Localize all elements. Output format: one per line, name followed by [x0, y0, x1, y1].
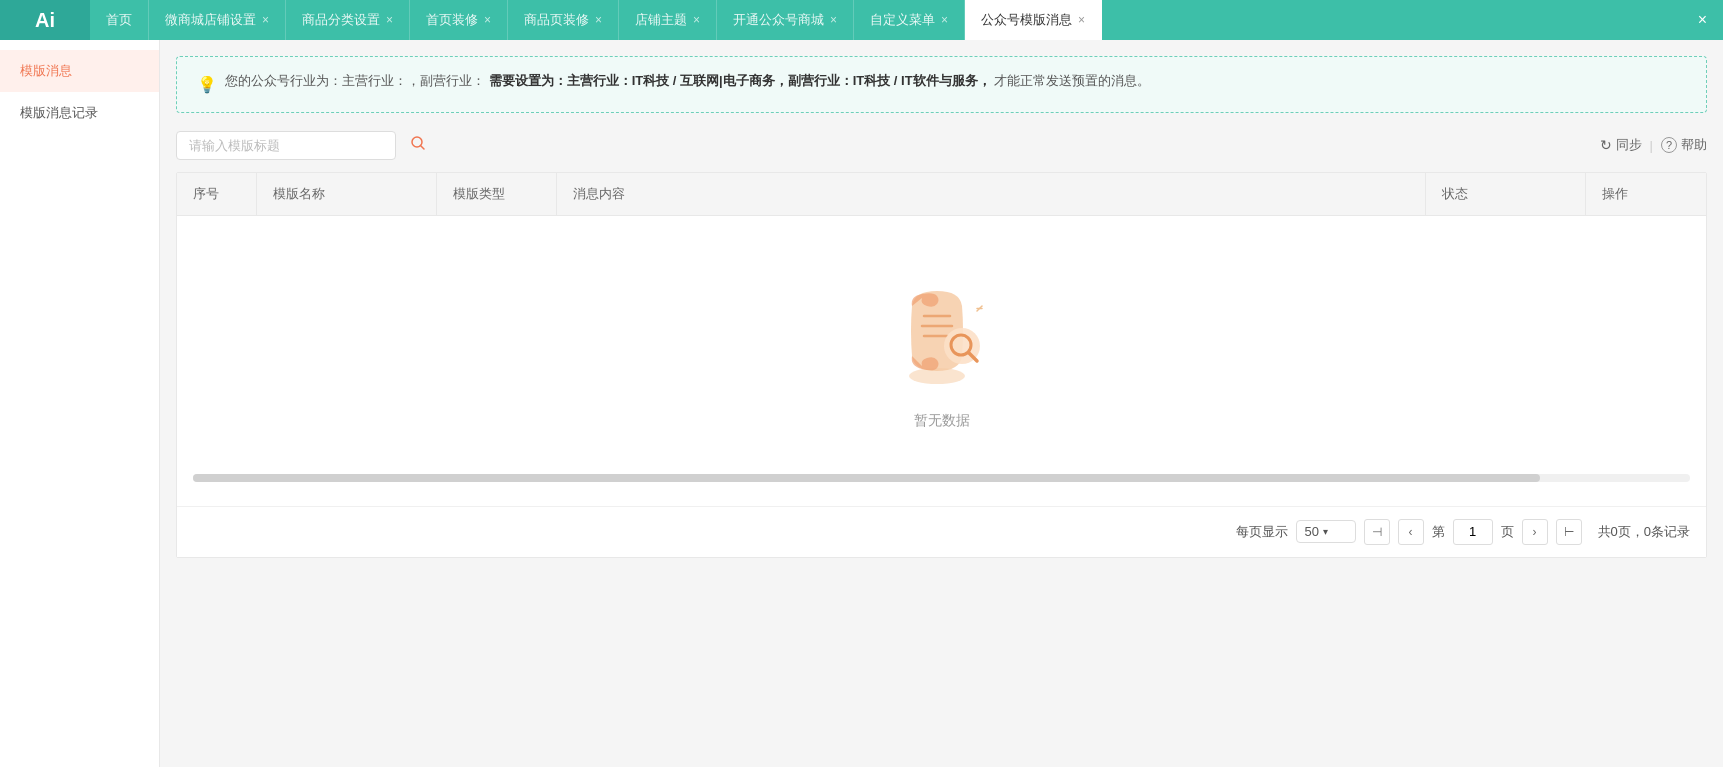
svg-line-1: [421, 146, 425, 150]
sidebar-item-template-message[interactable]: 模版消息: [0, 50, 159, 92]
close-tab-store-settings[interactable]: ×: [262, 13, 269, 27]
tab-open-wechat-store[interactable]: 开通公众号商城 ×: [717, 0, 854, 40]
search-button[interactable]: [404, 131, 432, 159]
prev-page-button[interactable]: ‹: [1398, 519, 1424, 545]
main-content: 💡 您的公众号行业为：主营行业：，副营行业： 需要设置为：主营行业：IT科技 /…: [160, 40, 1723, 767]
th-message-content: 消息内容: [557, 173, 1426, 215]
data-table: 序号 模版名称 模版类型 消息内容 状态 操作: [176, 172, 1707, 558]
th-operation: 操作: [1586, 173, 1706, 215]
tab-home[interactable]: 首页: [90, 0, 149, 40]
close-tab-custom-menu[interactable]: ×: [941, 13, 948, 27]
pagination: 每页显示 50 ▾ ⊣ ‹ 第 页 › ⊢ 共0页，0条记录: [177, 506, 1706, 557]
th-template-type: 模版类型: [437, 173, 557, 215]
close-tab-template-message[interactable]: ×: [1078, 13, 1085, 27]
sync-icon: ↻: [1600, 137, 1612, 153]
close-tab-home-decoration[interactable]: ×: [484, 13, 491, 27]
scrollbar-thumb[interactable]: [193, 474, 1540, 482]
search-bar: ↻ 同步 | ? 帮助: [176, 131, 1707, 160]
chevron-down-icon: ▾: [1323, 526, 1328, 537]
close-tab-product-decoration[interactable]: ×: [595, 13, 602, 27]
main-layout: 模版消息 模版消息记录 💡 您的公众号行业为：主营行业：，副营行业： 需要设置为…: [0, 40, 1723, 767]
brand-logo: Ai: [0, 0, 90, 40]
empty-state: 暂无数据: [177, 216, 1706, 470]
tab-store-settings[interactable]: 微商城店铺设置 ×: [149, 0, 286, 40]
close-tab-store-theme[interactable]: ×: [693, 13, 700, 27]
toolbar-divider: |: [1650, 138, 1653, 153]
notice-icon: 💡: [197, 72, 217, 98]
page-di-label: 第: [1432, 523, 1445, 541]
notice-box: 💡 您的公众号行业为：主营行业：，副营行业： 需要设置为：主营行业：IT科技 /…: [176, 56, 1707, 113]
page-total-label: 共0页，0条记录: [1598, 523, 1690, 541]
th-status: 状态: [1426, 173, 1586, 215]
next-page-button[interactable]: ›: [1522, 519, 1548, 545]
search-left: [176, 131, 432, 160]
th-index: 序号: [177, 173, 257, 215]
page-unit-label: 页: [1501, 523, 1514, 541]
first-page-button[interactable]: ⊣: [1364, 519, 1390, 545]
th-template-name: 模版名称: [257, 173, 437, 215]
tab-template-message[interactable]: 公众号模版消息 ×: [965, 0, 1102, 40]
close-all-button[interactable]: ×: [1682, 11, 1723, 29]
help-button[interactable]: ? 帮助: [1661, 136, 1707, 154]
help-icon: ?: [1661, 137, 1677, 153]
tab-custom-menu[interactable]: 自定义菜单 ×: [854, 0, 965, 40]
sidebar: 模版消息 模版消息记录: [0, 40, 160, 767]
search-right: ↻ 同步 | ? 帮助: [1600, 136, 1707, 154]
page-size-select[interactable]: 50 ▾: [1296, 520, 1356, 543]
tab-home-decoration[interactable]: 首页装修 ×: [410, 0, 508, 40]
tab-category-settings[interactable]: 商品分类设置 ×: [286, 0, 410, 40]
close-tab-category[interactable]: ×: [386, 13, 393, 27]
page-size-label: 每页显示: [1236, 523, 1288, 541]
last-page-button[interactable]: ⊢: [1556, 519, 1582, 545]
sidebar-item-template-message-record[interactable]: 模版消息记录: [0, 92, 159, 134]
sync-button[interactable]: ↻ 同步: [1600, 136, 1642, 154]
page-number-input[interactable]: [1453, 519, 1493, 545]
top-nav: Ai 首页 微商城店铺设置 × 商品分类设置 × 首页装修 × 商品页装修 × …: [0, 0, 1723, 40]
horizontal-scrollbar[interactable]: [193, 474, 1690, 482]
tab-product-decoration[interactable]: 商品页装修 ×: [508, 0, 619, 40]
empty-illustration: [882, 276, 1002, 396]
tab-store-theme[interactable]: 店铺主题 ×: [619, 0, 717, 40]
empty-text: 暂无数据: [914, 412, 970, 430]
table-header: 序号 模版名称 模版类型 消息内容 状态 操作: [177, 173, 1706, 216]
close-tab-open-wechat[interactable]: ×: [830, 13, 837, 27]
search-input[interactable]: [176, 131, 396, 160]
